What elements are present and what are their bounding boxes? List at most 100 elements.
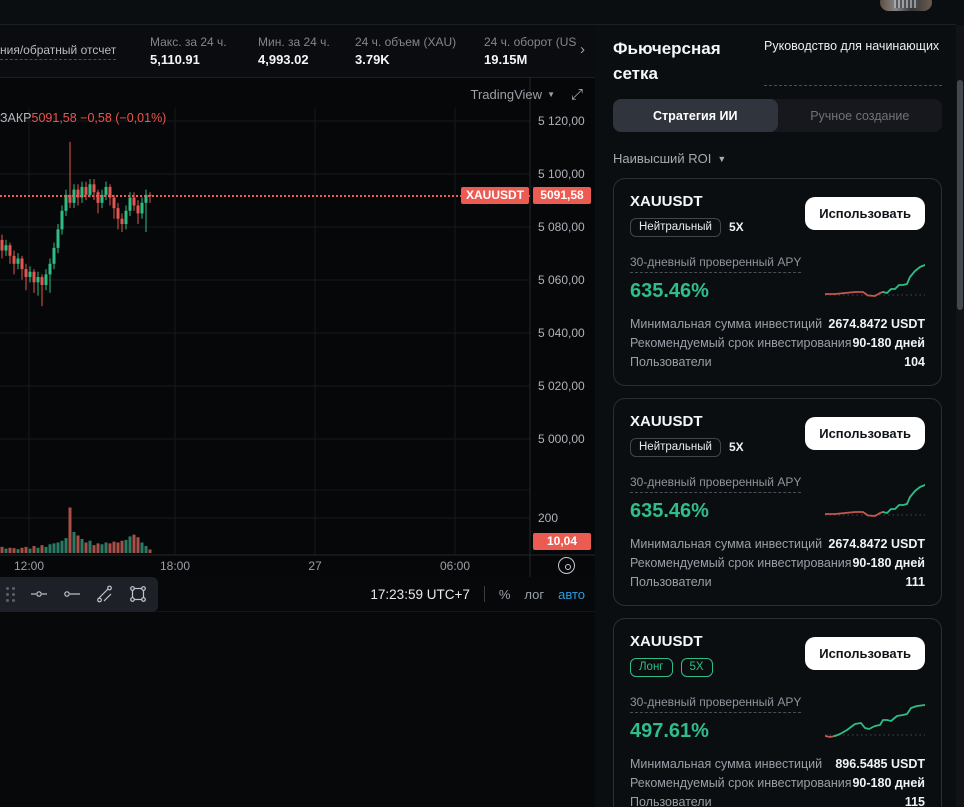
legend-values: 5091,58 −0,58 (−0,01%) [31, 111, 167, 125]
price-tick: 5 040,00 [538, 326, 585, 340]
apy-value: 635.46% [630, 500, 709, 523]
stat-label: Макс. за 24 ч. [150, 35, 227, 49]
caret-down-icon: ▼ [547, 90, 555, 99]
partial-toolbar-pill [880, 0, 932, 11]
apy-label[interactable]: 30-дневный проверенный APY [630, 255, 802, 274]
leverage-badge: 5X [680, 658, 713, 678]
leverage-badge: 5X [728, 220, 744, 235]
sort-label: Наивысший ROI [613, 151, 712, 167]
stat-turnover-24h: 24 ч. оборот (US 19.15M [484, 35, 576, 67]
apy-sparkline [825, 264, 925, 298]
legend-prefix: ЗАКР [0, 111, 32, 125]
stat-low-24h: Мин. за 24 ч. 4,993.02 [258, 35, 330, 67]
apy-value: 635.46% [630, 280, 709, 303]
market-stats-bar: ния/обратный отсчет Макс. за 24 ч. 5,110… [0, 25, 595, 78]
price-tick: 5 000,00 [538, 432, 585, 446]
card-symbol: XAUUSDT [630, 413, 703, 431]
sort-dropdown[interactable]: Наивысший ROI ▼ [613, 151, 942, 166]
strategy-tabs: Стратегия ИИ Ручное создание [613, 99, 943, 133]
scrollbar-thumb[interactable] [957, 80, 963, 310]
time-tick: 18:00 [159, 559, 191, 573]
row-value: 90-180 дней [852, 336, 925, 351]
direction-badge: Нейтральный [630, 218, 721, 238]
percent-scale-button[interactable]: % [499, 587, 511, 602]
row-value: 2674.8472 USDT [828, 537, 925, 552]
trading-page: ния/обратный отсчет Макс. за 24 ч. 5,110… [0, 0, 964, 807]
row-value: 90-180 дней [852, 776, 925, 791]
price-tick: 5 120,00 [538, 114, 585, 128]
price-chart[interactable]: TradingView ▼ ⤢ ЗАКР5091,58 −0,58 (−0,01… [0, 78, 595, 577]
rectangle-tool[interactable] [125, 581, 152, 607]
trend-line-tool[interactable] [92, 581, 119, 607]
stat-high-24h: Макс. за 24 ч. 5,110.91 [150, 35, 227, 67]
apy-sparkline [825, 484, 925, 518]
horizontal-ray-tool[interactable] [58, 581, 85, 607]
row-label: Рекомендуемый срок инвестирования [630, 556, 852, 571]
row-label: Пользователи [630, 355, 712, 370]
tradingview-label: TradingView [470, 87, 543, 102]
use-strategy-button[interactable]: Использовать [805, 637, 925, 671]
card-symbol: XAUUSDT [630, 193, 703, 211]
row-label: Пользователи [630, 575, 712, 590]
price-tick: 5 080,00 [538, 220, 585, 234]
chart-toolbar: 17:23:59 UTC+7 % лог авто [0, 576, 595, 612]
row-label: Пользователи [630, 795, 712, 807]
funding-countdown-link[interactable]: ния/обратный отсчет [0, 43, 117, 60]
panel-title: Фьючерсная сетка [613, 39, 721, 83]
strategy-card: XAUUSDT Нейтральный 5X Использовать 30-д… [613, 178, 942, 387]
clock-utc[interactable]: 17:23:59 UTC+7 [370, 587, 469, 602]
stat-label: 24 ч. объем (XAU) [355, 35, 457, 49]
volume-value-tag: 10,04 [533, 533, 591, 550]
scrollbar-track[interactable] [956, 25, 964, 807]
apy-sparkline [825, 704, 925, 739]
price-tick: 5 060,00 [538, 273, 585, 287]
row-value: 896.5485 USDT [835, 757, 925, 772]
price-tick: 5 100,00 [538, 167, 585, 181]
caret-down-icon: ▼ [717, 153, 727, 164]
auto-scale-button[interactable]: авто [558, 587, 585, 602]
stats-next-chevron-icon[interactable]: › [580, 41, 585, 58]
stat-label: 24 ч. оборот (US [484, 35, 577, 49]
stat-value: 5,110.91 [150, 52, 200, 67]
time-tick: 06:00 [439, 559, 471, 573]
row-value: 115 [904, 795, 925, 807]
row-value: 2674.8472 USDT [828, 317, 925, 332]
strategy-card: XAUUSDT Нейтральный 5X Использовать 30-д… [613, 398, 942, 607]
apy-value: 497.61% [630, 720, 709, 743]
candlestick-canvas[interactable] [0, 78, 595, 577]
beginners-guide-link[interactable]: Руководство для начинающих [764, 37, 942, 87]
stat-label: Мин. за 24 ч. [258, 35, 330, 49]
stat-volume-24h: 24 ч. объем (XAU) 3.79K [355, 35, 456, 67]
row-label: Минимальная сумма инвестиций [630, 317, 823, 332]
stat-value: 3.79K [355, 52, 390, 67]
axis-settings-group: 17:23:59 UTC+7 % лог авто [370, 586, 585, 602]
top-strip [0, 0, 956, 25]
stat-value: 19.15M [484, 52, 528, 67]
scale-settings-icon[interactable] [558, 557, 575, 574]
row-label: Рекомендуемый срок инвестирования [630, 336, 852, 351]
tradingview-menu[interactable]: TradingView ▼ [471, 87, 555, 102]
panel-header: Фьючерсная сетка Руководство для начинаю… [613, 37, 942, 87]
log-scale-button[interactable]: лог [524, 587, 544, 602]
fullscreen-icon[interactable]: ⤢ [571, 86, 583, 103]
drag-handle[interactable] [6, 586, 15, 602]
tab-ai-strategy[interactable]: Стратегия ИИ [613, 99, 778, 133]
leverage-badge: 5X [728, 440, 744, 455]
use-strategy-button[interactable]: Использовать [805, 417, 925, 451]
apy-label[interactable]: 30-дневный проверенный APY [630, 695, 802, 714]
tab-manual-create[interactable]: Ручное создание [778, 99, 943, 132]
row-label: Минимальная сумма инвестиций [630, 757, 823, 772]
row-label: Рекомендуемый срок инвестирования [630, 776, 852, 791]
direction-badge: Нейтральный [630, 438, 721, 458]
horizontal-line-tool[interactable] [25, 581, 52, 607]
direction-badge: Лонг [630, 658, 673, 678]
use-strategy-button[interactable]: Использовать [805, 197, 925, 231]
ohlc-legend: ЗАКР5091,58 −0,58 (−0,01%) [0, 111, 166, 125]
row-value: 90-180 дней [852, 556, 925, 571]
last-price-tag: 5091,58 [533, 187, 591, 204]
divider [483, 586, 485, 602]
row-value: 104 [904, 355, 925, 370]
apy-label[interactable]: 30-дневный проверенный APY [630, 475, 802, 494]
row-value: 111 [905, 575, 925, 590]
stat-value: 4,993.02 [258, 52, 309, 67]
